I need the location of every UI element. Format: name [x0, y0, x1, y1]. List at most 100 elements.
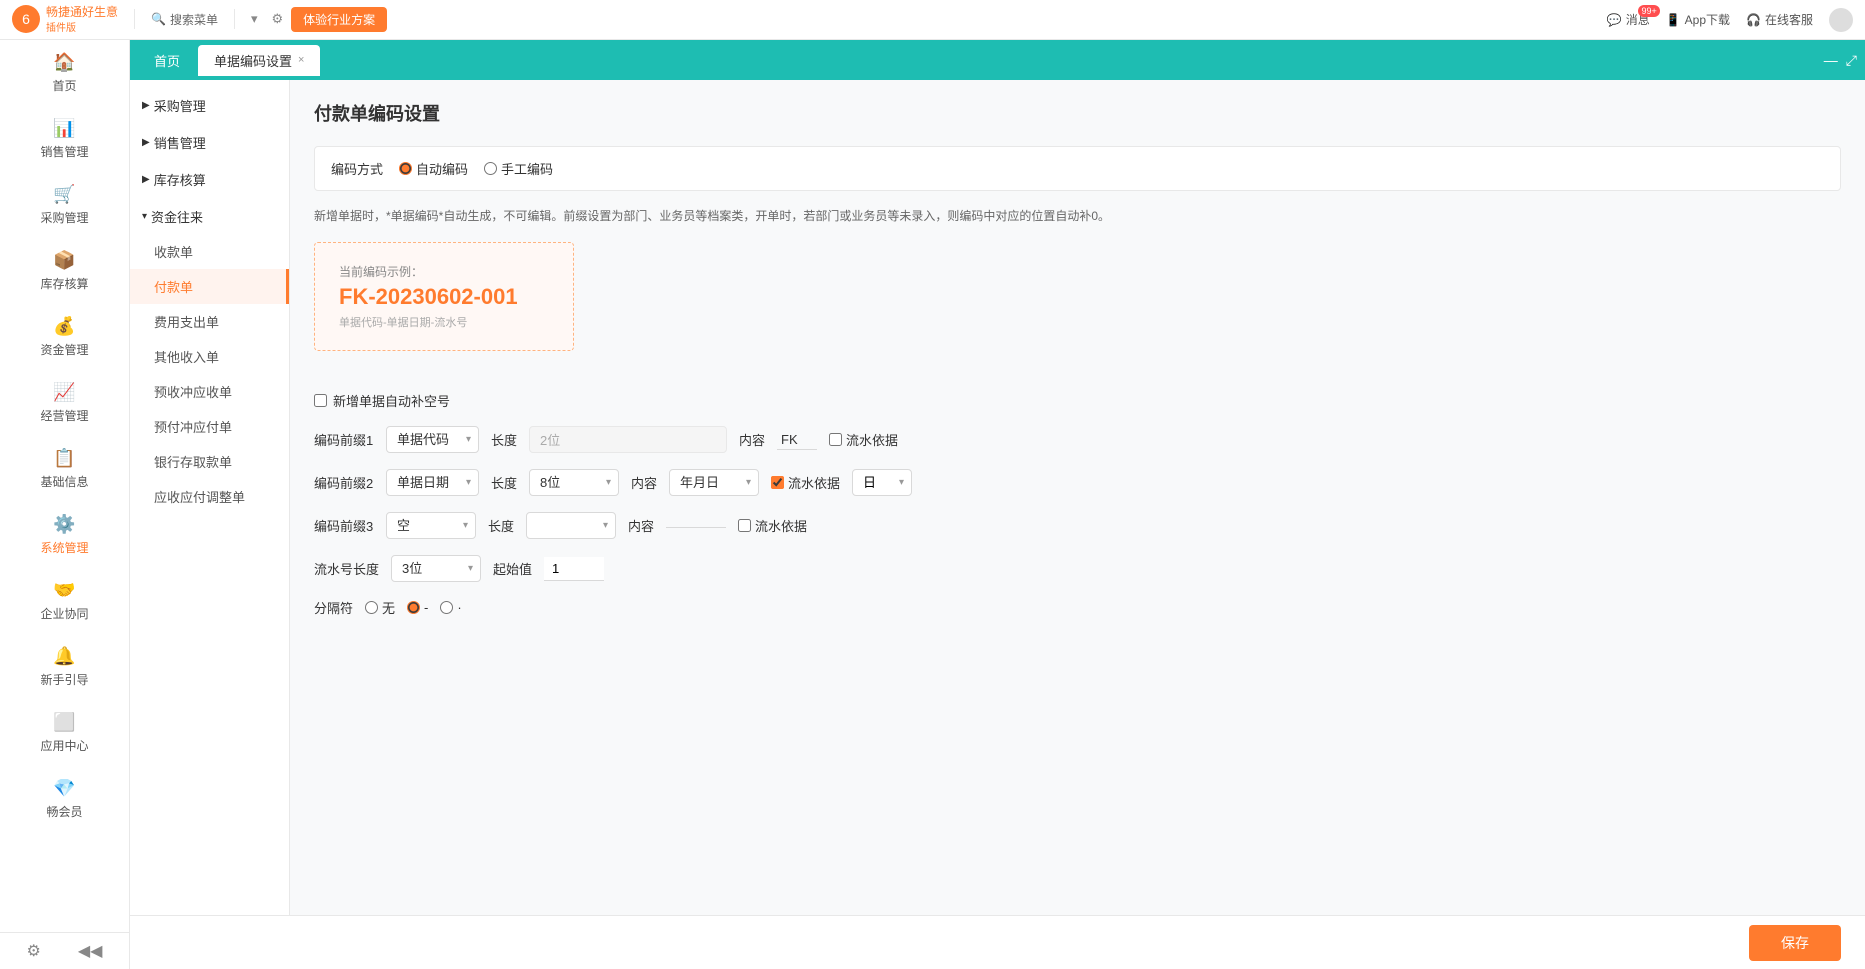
sidebar-item-sales-label: 销售管理 — [40, 143, 88, 160]
sub-header-funds[interactable]: ▾ 资金往来 — [130, 199, 289, 234]
sidebar-item-guide[interactable]: 🔔 新手引导 — [0, 634, 129, 700]
sidebar-item-appcenter[interactable]: ⬜ 应用中心 — [0, 700, 129, 766]
sep-none-label: 无 — [382, 598, 395, 617]
prefix-3-label: 编码前缀3 — [314, 516, 374, 535]
user-avatar[interactable] — [1829, 8, 1853, 32]
prefix-3-length-select[interactable] — [526, 512, 616, 539]
sub-header-purchase[interactable]: ▶ 采购管理 — [130, 88, 289, 123]
collapse-sidebar-icon[interactable]: ◀◀ — [78, 941, 103, 961]
prefix-2-length-select[interactable]: 8位 — [529, 469, 619, 496]
sub-sidebar: ▶ 采购管理 ▶ 销售管理 ▶ 库存核算 — [130, 80, 290, 915]
sub-header-sales[interactable]: ▶ 销售管理 — [130, 125, 289, 160]
sidebar-item-home[interactable]: 🏠 首页 — [0, 40, 129, 106]
sep-dot2-input[interactable] — [440, 601, 453, 614]
manual-encoding-radio[interactable]: 手工编码 — [484, 159, 553, 178]
app-download-button[interactable]: 📱 App下载 — [1666, 11, 1730, 28]
sidebar-item-purchase[interactable]: 🛒 采购管理 — [0, 172, 129, 238]
sidebar-item-basicinfo[interactable]: 📋 基础信息 — [0, 436, 129, 502]
auto-encoding-input[interactable] — [399, 162, 412, 175]
sep-none-radio[interactable]: 无 — [365, 598, 395, 617]
collapse-icon[interactable]: — — [1824, 52, 1838, 69]
sub-item-prepay-recv[interactable]: 预收冲应收单 — [130, 374, 289, 409]
sidebar-item-sales[interactable]: 📊 销售管理 — [0, 106, 129, 172]
message-button[interactable]: 💬 消息 99+ — [1607, 11, 1650, 28]
sub-item-payment[interactable]: 付款单 — [130, 269, 289, 304]
prefix-1-water-label: 流水依据 — [846, 430, 898, 449]
prefix-1-select[interactable]: 单据代码 — [386, 426, 479, 453]
sidebar-item-system[interactable]: ⚙️ 系统管理 — [0, 502, 129, 568]
sub-item-income[interactable]: 其他收入单 — [130, 339, 289, 374]
sidebar-item-inventory[interactable]: 📦 库存核算 — [0, 238, 129, 304]
sub-item-bank[interactable]: 银行存取款单 — [130, 444, 289, 479]
sub-item-expense[interactable]: 费用支出单 — [130, 304, 289, 339]
prefix-1-water-wrap: 流水依据 — [829, 430, 898, 449]
manual-encoding-label: 手工编码 — [501, 159, 553, 178]
prefix-3-water-wrap: 流水依据 — [738, 516, 807, 535]
appcenter-icon: ⬜ — [53, 712, 75, 733]
search-menu[interactable]: 🔍 搜索菜单 — [151, 11, 218, 28]
serial-length-select[interactable]: 3位 — [391, 555, 481, 582]
auto-fill-label: 新增单据自动补空号 — [333, 391, 450, 410]
service-icon: 🎧 — [1746, 13, 1761, 27]
prefix-2-water-checkbox[interactable] — [771, 476, 784, 489]
logo-text-wrap: 畅捷通好生意 插件版 — [46, 5, 118, 34]
sep-dot1-radio[interactable]: - — [407, 600, 428, 615]
auto-fill-checkbox[interactable] — [314, 394, 327, 407]
chevron-down-icon[interactable]: ▾ — [251, 11, 258, 27]
sep-dot2-label: · — [457, 600, 461, 615]
sep-none-input[interactable] — [365, 601, 378, 614]
encoding-radio-group: 自动编码 手工编码 — [399, 159, 553, 178]
online-service-button[interactable]: 🎧 在线客服 — [1746, 11, 1813, 28]
sidebar-item-enterprise[interactable]: 🤝 企业协同 — [0, 568, 129, 634]
sep-dot2-radio[interactable]: · — [440, 600, 461, 615]
manual-encoding-input[interactable] — [484, 162, 497, 175]
tab-close-icon[interactable]: × — [298, 54, 304, 66]
sub-group-purchase: ▶ 采购管理 — [130, 88, 289, 123]
prefix-2-content-select[interactable]: 年月日 — [669, 469, 759, 496]
sub-item-prepay-pay[interactable]: 预付冲应付单 — [130, 409, 289, 444]
prefix-2-water-select[interactable]: 日 — [852, 469, 912, 496]
auto-encoding-label: 自动编码 — [416, 159, 468, 178]
sub-header-inventory[interactable]: ▶ 库存核算 — [130, 162, 289, 197]
sidebar-item-vip[interactable]: 💎 畅会员 — [0, 766, 129, 832]
prefix-3-select-wrap: 空 — [386, 512, 476, 539]
sidebar-item-management-label: 经营管理 — [40, 407, 88, 424]
prefix-2-select[interactable]: 单据日期 — [386, 469, 479, 496]
settings-bottom-icon[interactable]: ⚙ — [27, 941, 41, 961]
prefix-1-content-label: 内容 — [739, 430, 765, 449]
sub-item-adjust[interactable]: 应收应付调整单 — [130, 479, 289, 514]
app-download-label: App下载 — [1685, 11, 1730, 28]
prefix-3-select[interactable]: 空 — [386, 512, 476, 539]
tab-encoding-label: 单据编码设置 — [214, 51, 292, 70]
main-layout: 🏠 首页 📊 销售管理 🛒 采购管理 📦 库存核算 💰 资金管理 📈 经营管理 … — [0, 40, 1865, 969]
tab-home[interactable]: 首页 — [138, 45, 196, 76]
logo-icon: 6 — [12, 5, 40, 33]
bottom-bar: 保存 — [130, 915, 1865, 969]
prefix-1-length-input — [529, 426, 727, 453]
start-value-input[interactable] — [544, 557, 604, 581]
auto-encoding-radio[interactable]: 自动编码 — [399, 159, 468, 178]
save-button[interactable]: 保存 — [1749, 925, 1841, 961]
sidebar-item-finance-label: 资金管理 — [40, 341, 88, 358]
prefix-1-water-checkbox[interactable] — [829, 433, 842, 446]
tab-encoding[interactable]: 单据编码设置 × — [198, 45, 320, 76]
prefix-2-length-select-wrap: 8位 — [529, 469, 619, 496]
prefix-3-water-checkbox[interactable] — [738, 519, 751, 532]
sep-dot1-input[interactable] — [407, 601, 420, 614]
promo-button[interactable]: 体验行业方案 — [291, 7, 387, 32]
prefix-row-1: 编码前缀1 单据代码 长度 内容 FK 流水依据 — [314, 426, 1841, 453]
download-icon: 📱 — [1666, 13, 1681, 27]
sub-item-receipt[interactable]: 收款单 — [130, 234, 289, 269]
sidebar: 🏠 首页 📊 销售管理 🛒 采购管理 📦 库存核算 💰 资金管理 📈 经营管理 … — [0, 40, 130, 969]
sidebar-item-finance[interactable]: 💰 资金管理 — [0, 304, 129, 370]
expand-icon[interactable]: ⤢ — [1846, 52, 1857, 69]
message-icon: 💬 — [1607, 13, 1622, 27]
sep-label: 分隔符 — [314, 598, 353, 617]
divider2 — [234, 9, 235, 29]
chevron-down-icon2: ▾ — [142, 211, 147, 222]
settings-icon[interactable]: ⚙ — [272, 11, 284, 27]
sidebar-item-management[interactable]: 📈 经营管理 — [0, 370, 129, 436]
message-badge: 99+ — [1638, 5, 1659, 17]
top-bar-right: 💬 消息 99+ 📱 App下载 🎧 在线客服 — [1607, 8, 1853, 32]
prefix-3-length-select-wrap — [526, 512, 616, 539]
